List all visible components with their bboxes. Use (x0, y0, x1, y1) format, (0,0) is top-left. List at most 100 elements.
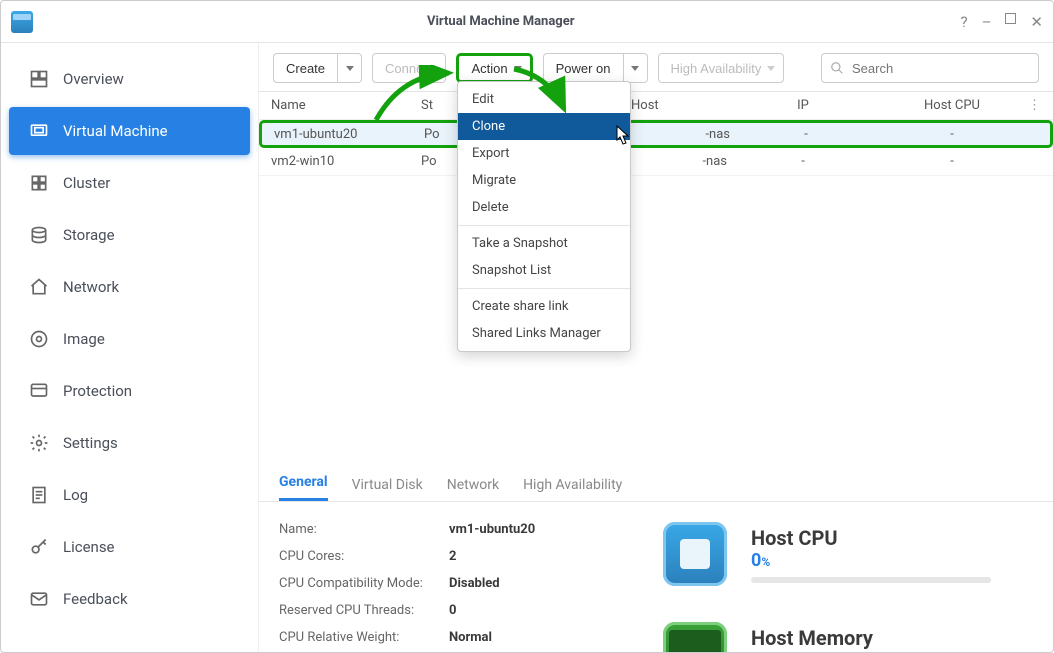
table-row[interactable]: vm1-ubuntu20 Po -nas - - (259, 120, 1053, 148)
menu-edit[interactable]: Edit (458, 86, 630, 113)
sidebar-item-protection[interactable]: Protection (9, 367, 250, 415)
table-row[interactable]: vm2-win10 Po -nas - - (259, 148, 1053, 176)
gauge-bar (751, 577, 991, 583)
chevron-down-icon (514, 66, 522, 71)
prop-value: Normal (449, 630, 492, 645)
memory-icon (663, 622, 727, 652)
gauge-host-cpu: Host CPU 0% (663, 522, 1033, 586)
sidebar-item-image[interactable]: Image (9, 315, 250, 363)
sidebar-item-virtual-machine[interactable]: Virtual Machine (9, 107, 250, 155)
menu-clone[interactable]: Clone (458, 113, 630, 140)
sidebar-item-label: Log (63, 486, 88, 504)
toolbar: Create Connect Action Power on High Avai… (259, 43, 1053, 91)
app-icon (11, 11, 33, 33)
gauge-title: Host CPU (751, 526, 991, 550)
vm-name: vm2-win10 (271, 154, 421, 169)
vm-host: -nas (631, 154, 727, 169)
col-menu-icon[interactable]: ⋮ (1025, 98, 1041, 113)
window-title: Virtual Machine Manager (41, 14, 960, 29)
overview-icon (29, 69, 49, 89)
gauge-host-memory: Host Memory 0B / 32GB (663, 622, 1033, 652)
vm-name: vm1-ubuntu20 (274, 127, 424, 142)
sidebar-item-label: License (63, 538, 115, 556)
sidebar-item-label: Storage (63, 226, 115, 244)
action-button[interactable]: Action (456, 53, 532, 83)
mail-icon (29, 589, 49, 609)
sidebar-item-label: Overview (63, 70, 124, 88)
sidebar-item-label: Feedback (63, 590, 128, 608)
sidebar-item-label: Settings (63, 434, 118, 452)
connect-button[interactable]: Connect (372, 53, 446, 83)
menu-migrate[interactable]: Migrate (458, 167, 630, 194)
col-hostcpu[interactable]: Host CPU (879, 98, 1025, 113)
vm-icon (29, 121, 49, 141)
maximize-icon[interactable] (1005, 13, 1016, 24)
tab-ha[interactable]: High Availability (523, 477, 622, 501)
ha-label: High Availability (671, 61, 762, 76)
sidebar-item-license[interactable]: License (9, 523, 250, 571)
sidebar-item-log[interactable]: Log (9, 471, 250, 519)
menu-share-link[interactable]: Create share link (458, 293, 630, 320)
prop-key: CPU Compatibility Mode: (279, 576, 449, 591)
cluster-icon (29, 173, 49, 193)
create-dropdown-caret[interactable] (338, 53, 362, 83)
gauge-unit: % (761, 555, 770, 569)
detail-properties: Name:vm1-ubuntu20 CPU Cores:2 CPU Compat… (279, 522, 639, 632)
col-host[interactable]: Host (631, 98, 727, 113)
tab-virtual-disk[interactable]: Virtual Disk (352, 477, 423, 501)
gauge-used: 0 (751, 650, 761, 653)
action-label: Action (471, 61, 507, 76)
storage-icon (29, 225, 49, 245)
tab-general[interactable]: General (279, 474, 328, 501)
create-button[interactable]: Create (273, 53, 338, 83)
sidebar-item-storage[interactable]: Storage (9, 211, 250, 259)
minimize-icon[interactable]: – (982, 13, 992, 31)
sidebar-item-label: Image (63, 330, 105, 348)
protection-icon (29, 381, 49, 401)
tab-network[interactable]: Network (447, 477, 499, 501)
sidebar-item-label: Cluster (63, 174, 110, 192)
gauge-sep: / (769, 650, 785, 653)
prop-value: vm1-ubuntu20 (449, 522, 535, 537)
prop-value: Disabled (449, 576, 500, 591)
sidebar-item-network[interactable]: Network (9, 263, 250, 311)
sidebar-item-label: Virtual Machine (63, 122, 168, 140)
gauge-title: Host Memory (751, 626, 991, 650)
vm-cpu: - (882, 127, 1022, 142)
sidebar-item-overview[interactable]: Overview (9, 55, 250, 103)
chevron-down-icon (767, 66, 775, 71)
sidebar-item-label: Protection (63, 382, 132, 400)
menu-snapshot-list[interactable]: Snapshot List (458, 257, 630, 284)
prop-value: 0 (449, 603, 456, 618)
menu-separator (458, 225, 630, 226)
col-name[interactable]: Name (271, 98, 421, 113)
poweron-button[interactable]: Power on (543, 53, 624, 83)
menu-shared-links-manager[interactable]: Shared Links Manager (458, 320, 630, 347)
vm-cpu: - (879, 154, 1025, 169)
vm-ip: - (727, 154, 879, 169)
ha-button[interactable]: High Availability (658, 53, 785, 83)
col-ip[interactable]: IP (727, 98, 879, 113)
cpu-icon (663, 522, 727, 586)
sidebar: Overview Virtual Machine Cluster Storage… (1, 43, 259, 652)
sidebar-item-cluster[interactable]: Cluster (9, 159, 250, 207)
menu-take-snapshot[interactable]: Take a Snapshot (458, 230, 630, 257)
gauge-total: 32 (785, 650, 806, 653)
detail-panel: General Virtual Disk Network High Availa… (259, 474, 1053, 652)
log-icon (29, 485, 49, 505)
menu-export[interactable]: Export (458, 140, 630, 167)
poweron-dropdown-caret[interactable] (624, 53, 648, 83)
key-icon (29, 537, 49, 557)
prop-key: CPU Relative Weight: (279, 630, 449, 645)
action-menu: Edit Clone Export Migrate Delete Take a … (457, 81, 631, 352)
help-icon[interactable]: ? (960, 13, 967, 31)
sidebar-item-feedback[interactable]: Feedback (9, 575, 250, 623)
image-icon (29, 329, 49, 349)
gauge-value: 0 (751, 550, 761, 571)
close-icon[interactable]: ✕ (1030, 13, 1043, 31)
search-box[interactable] (821, 53, 1039, 83)
search-input[interactable] (850, 60, 1030, 77)
prop-key: Reserved CPU Threads: (279, 603, 449, 618)
sidebar-item-settings[interactable]: Settings (9, 419, 250, 467)
menu-delete[interactable]: Delete (458, 194, 630, 221)
